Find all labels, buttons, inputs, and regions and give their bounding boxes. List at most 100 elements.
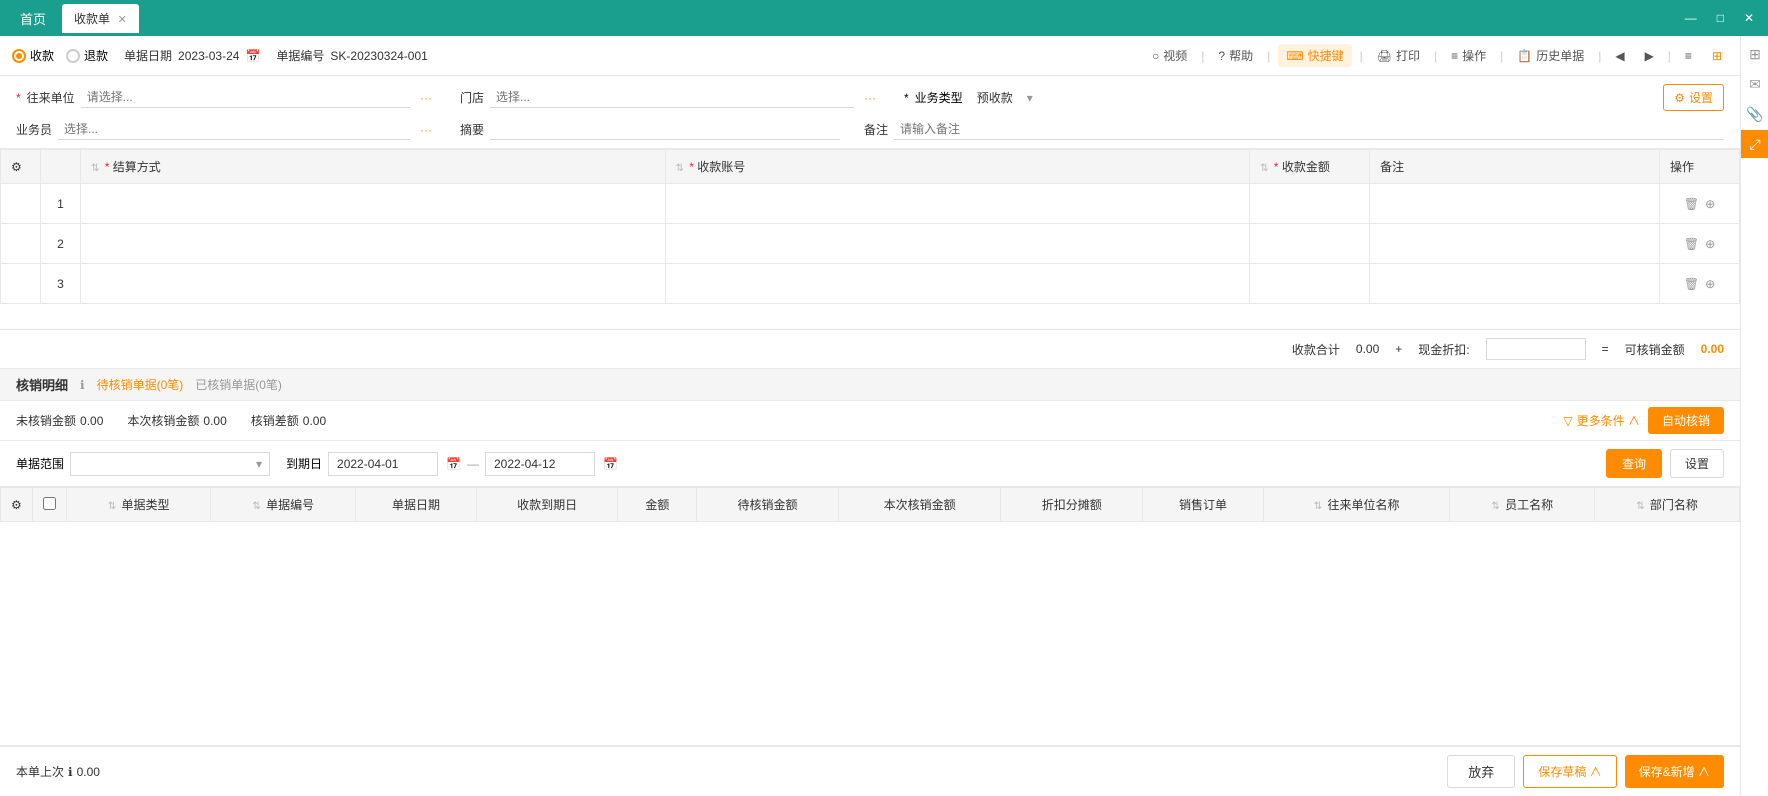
amount-cell-1[interactable] xyxy=(1250,184,1370,224)
remark-cell-2[interactable] xyxy=(1370,224,1660,264)
settlement-cell-2[interactable] xyxy=(81,224,666,264)
remark-cell-1[interactable] xyxy=(1370,184,1660,224)
print-btn[interactable]: 🖨 打印 xyxy=(1371,45,1426,66)
bottom-table-wrapper: ⚙ ⇅ 单据类型 ⇅ 单据编号 单据日期 收款到期日 金额 待核销金额 本次核销… xyxy=(0,487,1740,745)
pending-tab[interactable]: 待核销单据(0笔) xyxy=(97,376,184,393)
settings-btn[interactable]: ⚙ 设置 xyxy=(1663,84,1724,111)
maximize-btn[interactable]: □ xyxy=(1711,9,1730,27)
form-row-1: * 往来单位 ··· 门店 ··· * 业务类型 预收款 ▾ ⚙ 设置 xyxy=(16,84,1724,111)
filter-right: 查询 设置 xyxy=(1606,449,1724,478)
calendar-from-icon[interactable]: 📅 xyxy=(446,457,461,471)
store-more-btn[interactable]: ··· xyxy=(860,91,880,105)
staff-field: 业务员 ··· xyxy=(16,119,436,140)
help-btn[interactable]: ? 帮助 xyxy=(1212,45,1259,66)
save-new-btn[interactable]: 保存&新增 ∧ xyxy=(1625,755,1724,788)
sidebar-table-icon[interactable]: ⊞ xyxy=(1741,40,1768,68)
counterparty-more-btn[interactable]: ··· xyxy=(416,91,436,105)
save-draft-btn[interactable]: 保存草稿 ∧ xyxy=(1523,755,1616,788)
radio-dot-receipt xyxy=(12,49,26,63)
copy-row-2-btn[interactable]: ⊕ xyxy=(1705,237,1715,251)
settlement-cell-3[interactable] xyxy=(81,264,666,304)
remark-cell-3[interactable] xyxy=(1370,264,1660,304)
date-to-input[interactable] xyxy=(485,452,595,476)
account-cell-1[interactable] xyxy=(665,184,1250,224)
video-icon: ○ xyxy=(1152,49,1159,63)
close-btn[interactable]: ✕ xyxy=(1738,9,1760,27)
shortcut-btn[interactable]: ⌨ 快捷键 xyxy=(1278,44,1351,67)
col-remark: 备注 xyxy=(1370,150,1660,184)
remark-input[interactable] xyxy=(894,119,1724,140)
nav-tab-home[interactable]: 首页 xyxy=(8,3,58,34)
calendar-to-icon[interactable]: 📅 xyxy=(603,457,618,471)
biz-type-dropdown[interactable]: ▾ xyxy=(1027,91,1033,105)
due-date-field: 到期日 📅 — 📅 xyxy=(286,452,618,476)
copy-row-3-btn[interactable]: ⊕ xyxy=(1705,277,1715,291)
bottom-col-this: 本次核销金额 xyxy=(838,488,1001,522)
bottom-col-amount: 金额 xyxy=(618,488,697,522)
nav-tab-close-icon[interactable]: ✕ xyxy=(118,14,127,26)
col-settlement: ⇅ * 结算方式 xyxy=(81,150,666,184)
account-cell-3[interactable] xyxy=(665,264,1250,304)
bottom-col-settings[interactable]: ⚙ xyxy=(1,488,33,522)
bottom-col-docdate: 单据日期 xyxy=(356,488,477,522)
range-select-wrapper xyxy=(70,452,270,476)
minimize-btn[interactable]: — xyxy=(1679,9,1703,27)
date-from-input[interactable] xyxy=(328,452,438,476)
bottom-col-doctype: ⇅ 单据类型 xyxy=(66,488,211,522)
radio-dot-refund xyxy=(66,49,80,63)
counterparty-input[interactable] xyxy=(81,87,410,108)
nav-prev-btn[interactable]: ◀ xyxy=(1609,47,1630,65)
query-btn[interactable]: 查询 xyxy=(1606,449,1662,478)
stats-row: 未核销金额 0.00 本次核销金额 0.00 核销差额 0.00 ▽ 更多条件 … xyxy=(0,401,1740,441)
delete-row-2-btn[interactable]: 🗑 xyxy=(1684,237,1699,251)
copy-row-1-btn[interactable]: ⊕ xyxy=(1705,197,1715,211)
col-amount: ⇅ * 收款金额 xyxy=(1250,150,1370,184)
form-area: * 往来单位 ··· 门店 ··· * 业务类型 预收款 ▾ ⚙ 设置 xyxy=(0,76,1740,149)
staff-input[interactable] xyxy=(58,119,410,140)
filter-row: 单据范围 到期日 📅 — 📅 查询 设置 xyxy=(0,441,1740,487)
radio-receipt[interactable]: 收款 xyxy=(12,47,54,64)
nav-tab-receipt[interactable]: 收款单 ✕ xyxy=(62,4,139,33)
video-btn[interactable]: ○ 视频 xyxy=(1146,45,1193,66)
history-icon: 📋 xyxy=(1517,49,1532,63)
settlement-cell-1[interactable] xyxy=(81,184,666,224)
sidebar-mail-icon[interactable]: ✉ xyxy=(1741,70,1768,98)
col-num xyxy=(41,150,81,184)
stats-right: ▽ 更多条件 ∧ 自动核销 xyxy=(1563,407,1724,434)
col-account: ⇅ * 收款账号 xyxy=(665,150,1250,184)
delete-row-3-btn[interactable]: 🗑 xyxy=(1684,277,1699,291)
select-all-checkbox[interactable] xyxy=(43,497,56,510)
window-controls: — □ ✕ xyxy=(1679,9,1760,27)
filter-settings-btn[interactable]: 设置 xyxy=(1670,449,1724,478)
main-table-section: ⚙ ⇅ * 结算方式 ⇅ * 收款账号 ⇅ * 收款 xyxy=(0,149,1740,329)
table-row: 1 🗑 ⊕ xyxy=(1,184,1740,224)
top-nav: 首页 收款单 ✕ — □ ✕ xyxy=(0,0,1768,36)
right-sidebar: ⊞ ✉ 📎 ⤢ xyxy=(1740,36,1768,796)
abandon-btn[interactable]: 放弃 xyxy=(1447,755,1515,788)
history-btn[interactable]: 📋 历史单据 xyxy=(1511,45,1590,66)
nav-next-btn[interactable]: ▶ xyxy=(1639,47,1660,65)
amount-cell-2[interactable] xyxy=(1250,224,1370,264)
sidebar-expand-icon[interactable]: ⤢ xyxy=(1741,130,1768,158)
summary-input[interactable] xyxy=(490,119,840,140)
done-tab[interactable]: 已核销单据(0笔) xyxy=(195,376,282,393)
staff-more-btn[interactable]: ··· xyxy=(416,123,436,137)
verify-info-icon[interactable]: ℹ xyxy=(80,378,85,392)
account-cell-2[interactable] xyxy=(665,224,1250,264)
col-settings[interactable]: ⚙ xyxy=(1,150,41,184)
delete-row-1-btn[interactable]: 🗑 xyxy=(1684,197,1699,211)
list-view-btn[interactable]: ≡ xyxy=(1679,47,1698,65)
grid-view-btn[interactable]: ⊞ xyxy=(1706,47,1728,65)
auto-cancel-btn[interactable]: 自动核销 xyxy=(1648,407,1724,434)
amount-cell-3[interactable] xyxy=(1250,264,1370,304)
operation-btn[interactable]: ≡ 操作 xyxy=(1445,45,1492,66)
help-icon: ? xyxy=(1218,49,1225,63)
range-select[interactable] xyxy=(70,452,270,476)
discount-input[interactable] xyxy=(1486,338,1586,360)
calendar-btn[interactable]: 📅 xyxy=(245,49,260,63)
bottom-col-checkbox[interactable] xyxy=(32,488,66,522)
store-input[interactable] xyxy=(490,87,854,108)
sidebar-clip-icon[interactable]: 📎 xyxy=(1741,100,1768,128)
radio-refund[interactable]: 退款 xyxy=(66,47,108,64)
more-filter-btn[interactable]: ▽ 更多条件 ∧ xyxy=(1563,412,1640,429)
